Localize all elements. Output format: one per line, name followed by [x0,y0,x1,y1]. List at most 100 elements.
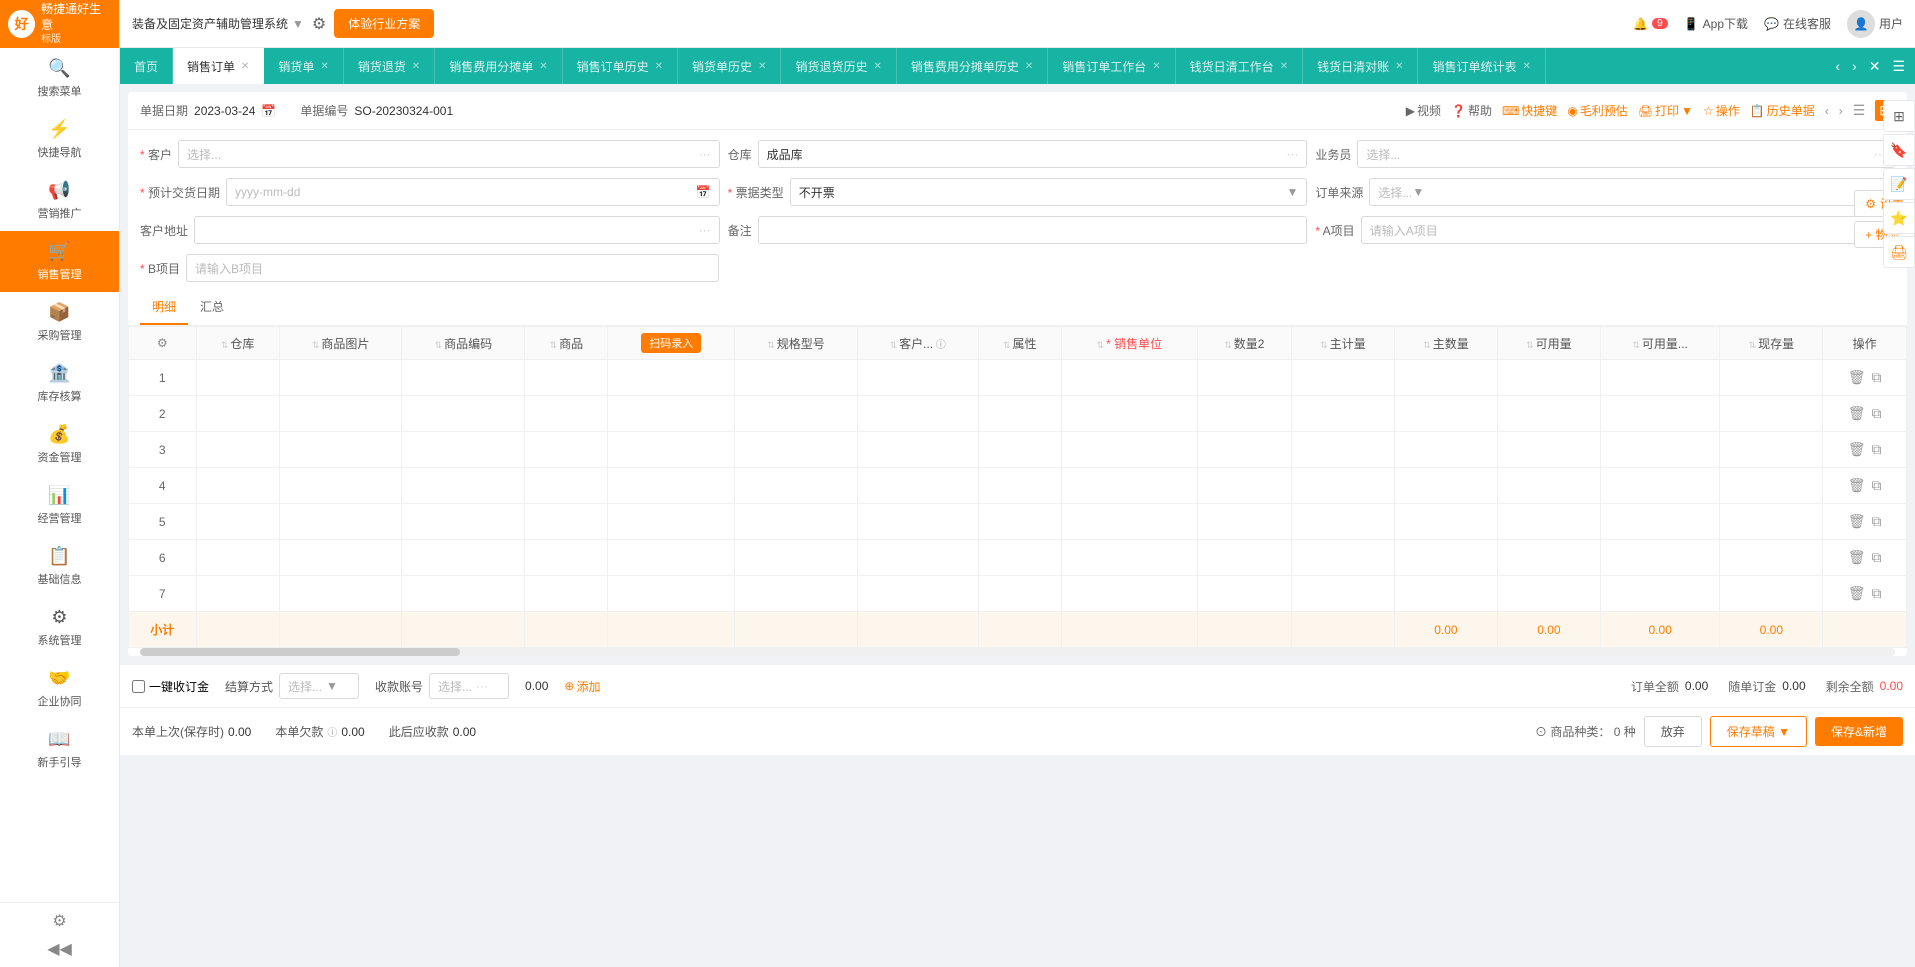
sidebar-item-3[interactable]: 🛒销售管理 [0,231,119,292]
view-button[interactable]: ▶ 视频 [1406,102,1441,119]
discard-button[interactable]: 放弃 [1644,716,1702,747]
save-draft-button[interactable]: 保存草稿 ▼ [1710,716,1807,747]
tab-close-12[interactable]: ✕ [1523,61,1531,72]
tab-close-5[interactable]: ✕ [655,61,663,72]
customer-input[interactable]: 选择... ··· [178,140,720,168]
delete-icon-2[interactable]: 🗑 [1848,441,1866,458]
remark-input[interactable] [758,216,1308,244]
app-download-item[interactable]: 📱 App下载 [1684,15,1748,32]
current-order-info-icon[interactable]: ⓘ [327,724,337,739]
delete-icon-1[interactable]: 🗑 [1848,405,1866,422]
tab-5[interactable]: 销售订单历史✕ [563,48,678,84]
tab-close-1[interactable]: ✕ [241,61,249,72]
right-side-btn-3[interactable]: 📝 [1883,168,1915,200]
table-tab-0[interactable]: 明细 [140,290,188,325]
user-item[interactable]: 👤 用户 [1847,10,1903,38]
tab-0[interactable]: 首页 [120,48,173,84]
copy-icon-5[interactable]: ⧉ [1872,549,1882,566]
delivery-input[interactable]: yyyy-mm-dd 📅 [226,178,720,206]
tab-close-10[interactable]: ✕ [1280,61,1288,72]
copy-icon-0[interactable]: ⧉ [1872,369,1882,386]
add-button[interactable]: ⊕ 添加 [564,678,600,695]
history-button[interactable]: 📋 历史单据 [1750,102,1815,119]
table-tab-1[interactable]: 汇总 [188,290,236,325]
tab-close-3[interactable]: ✕ [412,61,420,72]
scan-button[interactable]: 扫码录入 [641,333,701,353]
sidebar-item-5[interactable]: 🏦库存核算 [0,353,119,414]
col-header-actions[interactable]: 操作 [1823,327,1907,360]
tab-close-9[interactable]: ✕ [1152,61,1160,72]
tab-9[interactable]: 销售订单工作台✕ [1048,48,1175,84]
nav-right-icon[interactable]: › [1839,104,1843,118]
notification-item[interactable]: 🔔 9 9 [1633,17,1668,31]
account-select[interactable]: 选择... ··· [429,673,509,699]
tab-2[interactable]: 销货单✕ [264,48,343,84]
tab-close-6[interactable]: ✕ [758,61,766,72]
tab-close-4[interactable]: ✕ [539,61,547,72]
list-view-icon[interactable]: ☰ [1853,102,1866,119]
sidebar-settings[interactable]: ⚙ [52,911,66,931]
copy-icon-2[interactable]: ⧉ [1872,441,1882,458]
tab-close-2[interactable]: ✕ [320,61,328,72]
copy-icon-3[interactable]: ⧉ [1872,477,1882,494]
sidebar-item-6[interactable]: 💰资金管理 [0,414,119,475]
delete-icon-5[interactable]: 🗑 [1848,549,1866,566]
payment-method-select[interactable]: 选择... ▼ [279,673,359,699]
tab-7[interactable]: 销货退货历史✕ [781,48,896,84]
delete-icon-0[interactable]: 🗑 [1848,369,1866,386]
sidebar-item-4[interactable]: 📦采购管理 [0,292,119,353]
gear-col-icon[interactable]: ⚙ [157,336,168,350]
tab-4[interactable]: 销售费用分摊单✕ [435,48,562,84]
tab-3[interactable]: 销货退货✕ [344,48,435,84]
delete-icon-6[interactable]: 🗑 [1848,585,1866,602]
tab-12[interactable]: 销售订单统计表✕ [1418,48,1545,84]
right-side-btn-5[interactable]: 🖨 [1883,236,1915,268]
tab-6[interactable]: 销货单历史✕ [678,48,781,84]
tab-1[interactable]: 销售订单✕ [173,48,264,84]
tab-close-11[interactable]: ✕ [1395,61,1403,72]
customer-address-input[interactable]: ··· [194,216,720,244]
solution-button[interactable]: 体验行业方案 [334,9,434,38]
profit-button[interactable]: ◉ 毛利预估 [1567,102,1628,119]
sidebar-collapse[interactable]: ◀◀ [47,939,72,959]
warehouse-input[interactable]: 成品库 ··· [758,140,1308,168]
sidebar-item-10[interactable]: 🤝企业协同 [0,658,119,719]
col-header-scan[interactable]: 扫码录入 [608,327,735,360]
b-project-input[interactable]: 请输入B项目 [186,254,719,282]
copy-icon-1[interactable]: ⧉ [1872,405,1882,422]
shortcut-button[interactable]: ⌨ 快捷键 [1502,102,1557,119]
one-key-checkbox[interactable] [132,680,145,693]
copy-icon-6[interactable]: ⧉ [1872,585,1882,602]
nav-left-icon[interactable]: ‹ [1825,104,1829,118]
sidebar-item-9[interactable]: ⚙系统管理 [0,597,119,658]
delete-icon-3[interactable]: 🗑 [1848,477,1866,494]
tab-close-7[interactable]: ✕ [873,61,881,72]
right-side-btn-2[interactable]: 🔖 [1883,134,1915,166]
tabs-menu-button[interactable]: ☰ [1888,56,1909,77]
col-header-gear[interactable]: ⚙ [129,327,197,360]
sidebar-item-2[interactable]: 📢营销推广 [0,170,119,231]
tabs-close-button[interactable]: ✕ [1865,56,1885,77]
a-project-input[interactable]: 请输入A项目 [1361,216,1895,244]
scrollbar-area[interactable] [140,648,1895,656]
sidebar-item-0[interactable]: 🔍搜索菜单 [0,48,119,109]
tab-11[interactable]: 钱货日清对账✕ [1303,48,1418,84]
tabs-prev-button[interactable]: ‹ [1831,56,1844,76]
right-side-btn-4[interactable]: ⭐ [1883,202,1915,234]
sidebar-item-7[interactable]: 📊经营管理 [0,475,119,536]
sidebar-item-8[interactable]: 📋基础信息 [0,536,119,597]
operate-button[interactable]: ☆ 操作 [1703,102,1740,119]
salesperson-input[interactable]: 选择... ··· [1357,140,1895,168]
sidebar-item-11[interactable]: 📖新手引导 [0,719,119,780]
invoice-select[interactable]: 不开票 ▼ [790,178,1308,206]
tabs-next-button[interactable]: › [1848,56,1861,76]
tab-close-8[interactable]: ✕ [1025,61,1033,72]
tab-10[interactable]: 钱货日清工作台✕ [1176,48,1303,84]
right-side-btn-1[interactable]: ⊞ [1883,100,1915,132]
order-source-select[interactable]: 选择... ▼ [1369,178,1895,206]
save-new-button[interactable]: 保存&新增 [1815,717,1903,746]
delete-icon-4[interactable]: 🗑 [1848,513,1866,530]
help-button[interactable]: ❓ 帮助 [1451,102,1492,119]
copy-icon-4[interactable]: ⧉ [1872,513,1882,530]
online-service-item[interactable]: 💬 在线客服 [1764,15,1831,32]
